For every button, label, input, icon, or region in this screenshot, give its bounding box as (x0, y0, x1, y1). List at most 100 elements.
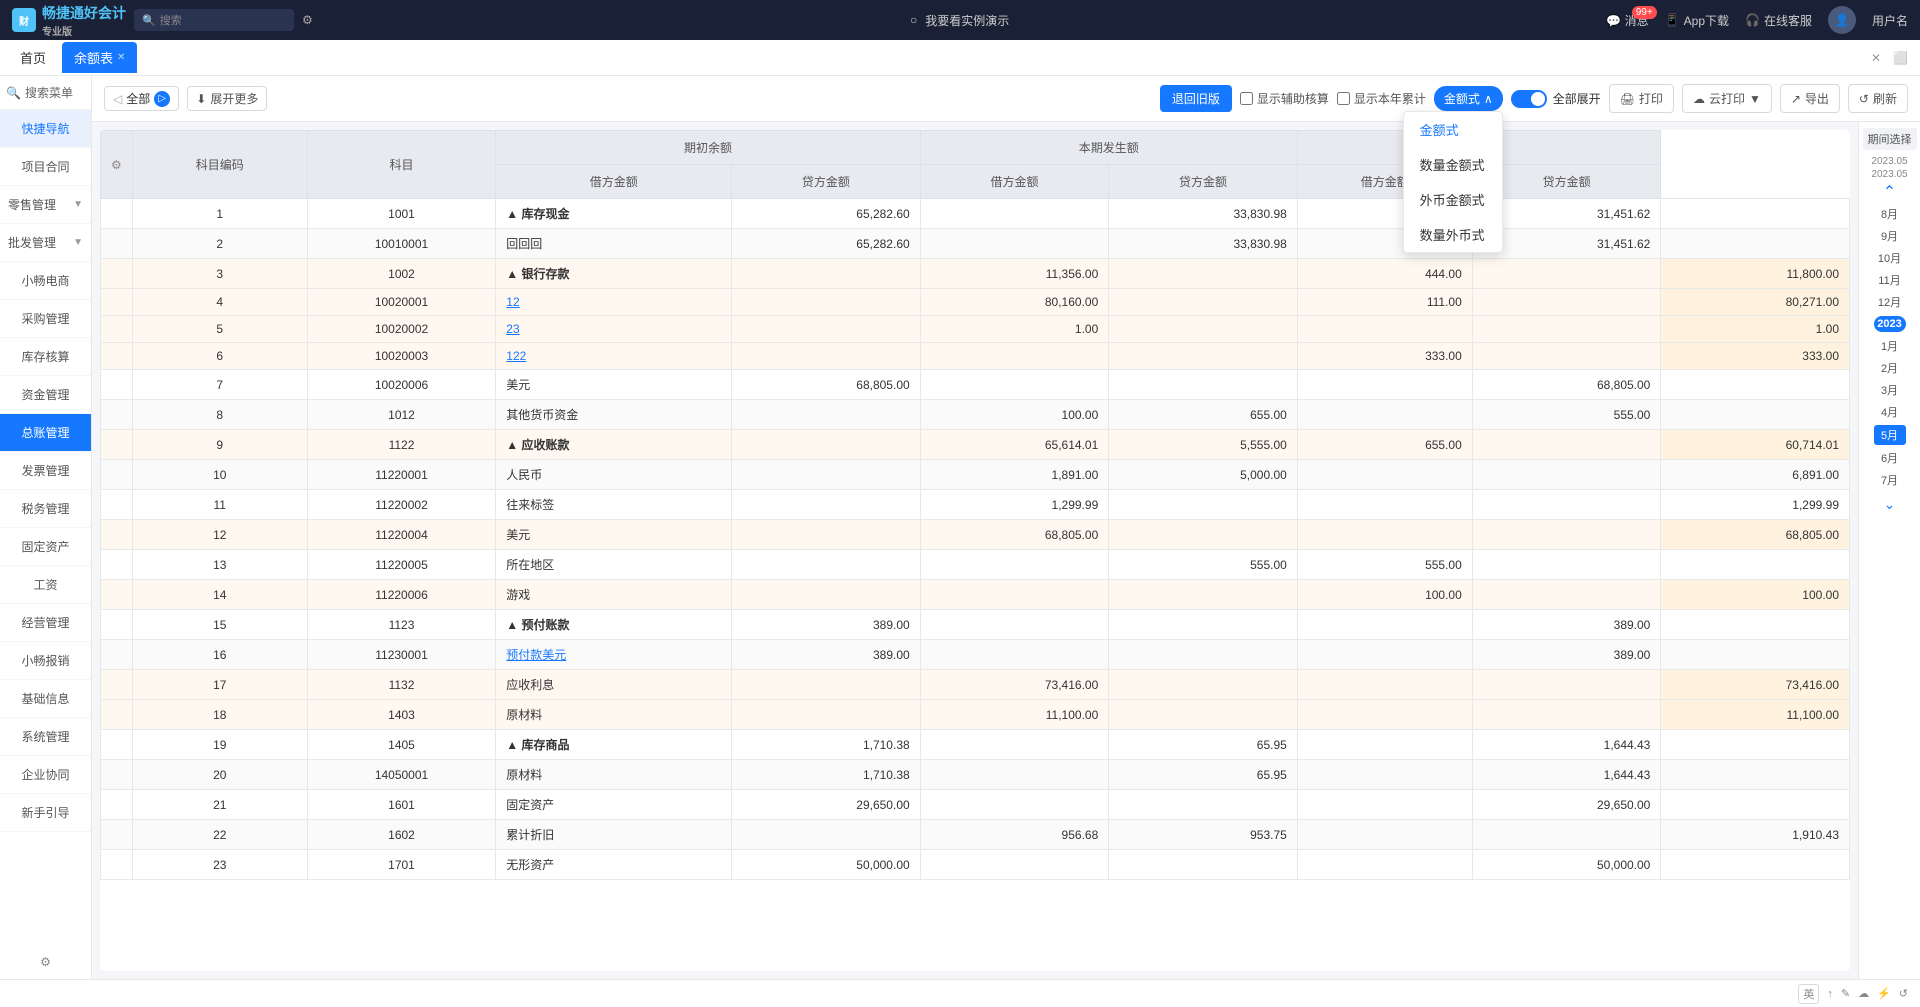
sidebar-item-quicknav[interactable]: 快捷导航 (0, 110, 91, 148)
month-may-current[interactable]: 5月 (1874, 425, 1906, 445)
period-title[interactable]: 期间选择 (1863, 128, 1917, 150)
checkbox-auxiliary[interactable]: 显示辅助核算 (1240, 90, 1329, 107)
cloud-print-btn[interactable]: ☁ 云打印 ▼ (1682, 84, 1772, 113)
format-option-quantity-amount[interactable]: 数量金额式 (1404, 147, 1502, 182)
sync-icon[interactable]: ↺ (1899, 987, 1908, 1000)
month-dec[interactable]: 12月 (1874, 292, 1905, 312)
settings-icon[interactable]: ⚙ (111, 158, 122, 172)
month-oct[interactable]: 10月 (1874, 248, 1905, 268)
row-number: 19 (132, 730, 307, 760)
row-credit-begin: 1.00 (920, 316, 1109, 343)
month-feb[interactable]: 2月 (1877, 358, 1902, 378)
sidebar-item-basicinfo[interactable]: 基础信息 (0, 680, 91, 718)
app-download-btn[interactable]: 📱 App下载 (1665, 12, 1729, 29)
row-name[interactable]: 12 (496, 289, 732, 316)
row-number: 18 (132, 700, 307, 730)
sidebar-item-salary[interactable]: 工资 (0, 566, 91, 604)
sidebar-item-cooperation[interactable]: 企业协同 (0, 756, 91, 794)
row-code: 1701 (307, 850, 496, 880)
row-number: 22 (132, 820, 307, 850)
period-up-nav[interactable]: ⌃ (1883, 182, 1896, 202)
toggle-expand-switch[interactable] (1511, 90, 1547, 108)
sidebar-item-ledger[interactable]: 总账管理 (0, 414, 91, 452)
month-mar[interactable]: 3月 (1877, 380, 1902, 400)
export-btn[interactable]: ↗ 导出 (1780, 84, 1840, 113)
messages-btn[interactable]: 💬 消息 99+ (1606, 12, 1648, 29)
sidebar-item-systemmanage[interactable]: 系统管理 (0, 718, 91, 756)
month-aug[interactable]: 8月 (1877, 204, 1902, 224)
row-settings-col (101, 370, 133, 400)
sidebar-item-operations[interactable]: 经营管理 (0, 604, 91, 642)
month-apr[interactable]: 4月 (1877, 402, 1902, 422)
period-down-nav[interactable]: ⌄ (1884, 496, 1896, 513)
month-jun[interactable]: 6月 (1877, 448, 1902, 468)
format-btn[interactable]: 金额式 ∧ (1434, 86, 1503, 111)
sidebar-item-newbie[interactable]: 新手引导 (0, 794, 91, 832)
return-old-btn[interactable]: 退回旧版 (1160, 85, 1232, 112)
search-bar[interactable]: 🔍 搜索 (134, 9, 294, 31)
tab-home[interactable]: 首页 (8, 42, 58, 73)
month-jan[interactable]: 1月 (1877, 336, 1902, 356)
settings-icon[interactable]: ⚙ (302, 13, 313, 27)
cloud-sync-icon[interactable]: ☁ (1858, 987, 1869, 1000)
row-credit-end (1661, 610, 1850, 640)
month-nov[interactable]: 11月 (1874, 270, 1904, 290)
format-option-quantity-foreign[interactable]: 数量外币式 (1404, 217, 1502, 252)
top-bar: 财 畅捷通好会计 专业版 🔍 搜索 ⚙ ○ 我要看实例演示 💬 消息 99+ 📱… (0, 0, 1920, 40)
sidebar-item-retail[interactable]: 零售管理 ▼ (0, 186, 91, 224)
expand-more-btn[interactable]: ⬇ 展开更多 (187, 86, 267, 111)
checkbox-auxiliary-input[interactable] (1240, 92, 1253, 105)
format-arrow-icon: ∧ (1484, 92, 1493, 106)
row-name[interactable]: 122 (496, 343, 732, 370)
sidebar-item-expense[interactable]: 小畅报销 (0, 642, 91, 680)
print-btn[interactable]: 🖨 打印 (1609, 84, 1674, 113)
th-credit-begin: 贷方金额 (732, 165, 921, 199)
sidebar-item-inventory[interactable]: 库存核算 (0, 338, 91, 376)
row-name[interactable]: 23 (496, 316, 732, 343)
export-icon: ↗ (1791, 92, 1801, 106)
tab-balance-sheet[interactable]: 余额表 ✕ (62, 42, 137, 73)
sidebar-item-capital[interactable]: 资金管理 (0, 376, 91, 414)
edit-icon[interactable]: ✎ (1841, 987, 1850, 1000)
tab-maximize-icon[interactable]: ⬜ (1889, 47, 1912, 69)
filter-right-icon[interactable]: ▷ (154, 91, 170, 107)
sidebar-item-fixedassets[interactable]: 固定资产 (0, 528, 91, 566)
row-code: 10010001 (307, 229, 496, 259)
row-code: 11220006 (307, 580, 496, 610)
row-debit-occur (1109, 670, 1298, 700)
row-credit-end (1661, 730, 1850, 760)
row-debit-end (1472, 460, 1661, 490)
sidebar-item-projectcontract[interactable]: 项目合同 (0, 148, 91, 186)
sidebar-item-purchase[interactable]: 采购管理 (0, 300, 91, 338)
user-avatar[interactable]: 👤 (1828, 6, 1856, 34)
row-credit-occur: 333.00 (1297, 343, 1472, 370)
refresh-btn[interactable]: ↺ 刷新 (1848, 84, 1908, 113)
sidebar-search[interactable]: 🔍 搜索菜单 (0, 76, 91, 110)
row-debit-end (1472, 580, 1661, 610)
row-name[interactable]: 预付款美元 (496, 640, 732, 670)
checkbox-yearsum-input[interactable] (1337, 92, 1350, 105)
flash-icon[interactable]: ⚡ (1877, 987, 1891, 1000)
format-option-foreign-amount[interactable]: 外币金额式 (1404, 182, 1502, 217)
tab-minimize-icon[interactable]: ✕ (1867, 47, 1885, 69)
sidebar-settings-btn[interactable]: ⚙ (0, 945, 91, 979)
upload-icon[interactable]: ↑ (1827, 988, 1833, 1000)
demo-link[interactable]: ○ 我要看实例演示 (910, 12, 1009, 29)
row-debit-end: 1,644.43 (1472, 730, 1661, 760)
filter-group[interactable]: ◁ 全部 ▷ (104, 86, 179, 111)
sidebar-item-invoice[interactable]: 发票管理 (0, 452, 91, 490)
online-service-btn[interactable]: 🎧 在线客服 (1745, 12, 1812, 29)
sidebar-item-ecommerce[interactable]: 小畅电商 (0, 262, 91, 300)
format-option-amount[interactable]: 金额式 (1404, 112, 1502, 147)
row-debit-end: 389.00 (1472, 610, 1661, 640)
th-settings[interactable]: ⚙ (101, 131, 133, 199)
month-jul[interactable]: 7月 (1877, 470, 1902, 490)
lang-btn[interactable]: 英 (1798, 984, 1819, 1004)
sidebar-item-tax[interactable]: 税务管理 (0, 490, 91, 528)
sidebar-item-wholesale[interactable]: 批发管理 ▼ (0, 224, 91, 262)
month-sep[interactable]: 9月 (1877, 226, 1902, 246)
row-code: 11220002 (307, 490, 496, 520)
tab-close-icon[interactable]: ✕ (117, 52, 125, 63)
checkbox-yearsum[interactable]: 显示本年累计 (1337, 90, 1426, 107)
balance-table: ⚙ 科目编码 科目 期初余额 本期发生额 期末余额 借方金额 贷方金额 借方金额 (100, 130, 1850, 880)
